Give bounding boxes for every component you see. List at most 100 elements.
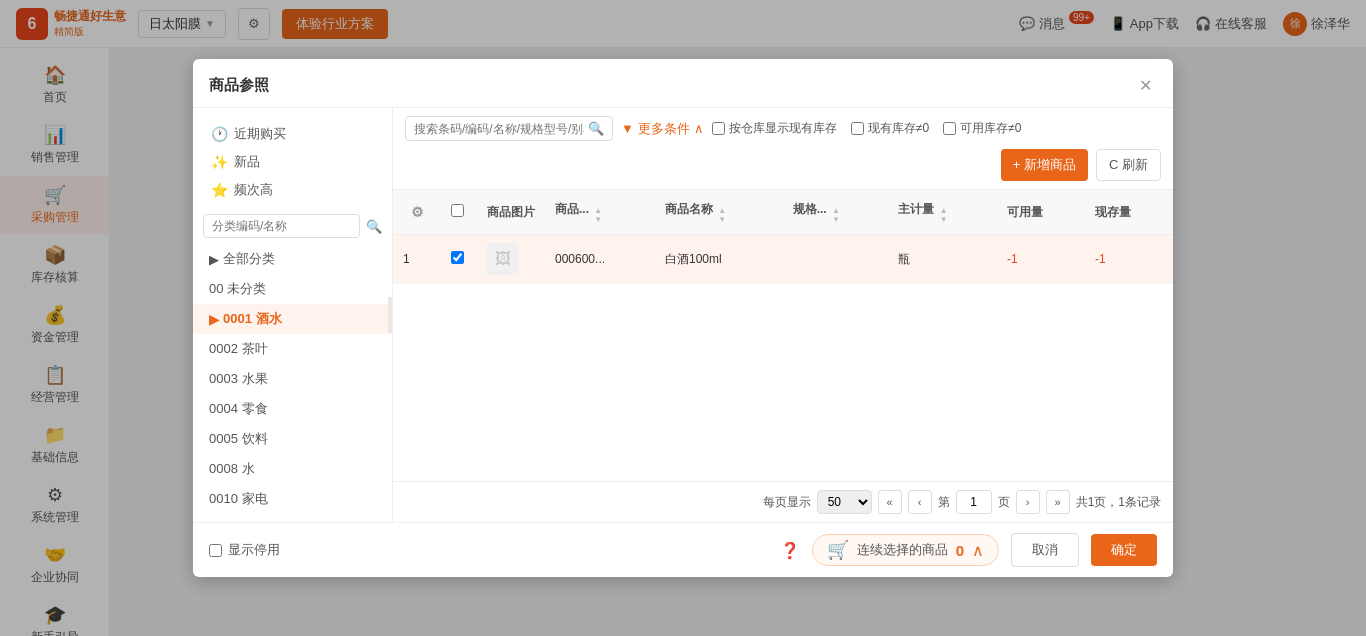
show-disabled-input[interactable] (209, 544, 222, 557)
collapse-panel-btn[interactable]: ‹‹ (388, 297, 393, 333)
table-settings-btn[interactable]: ⚙ (403, 198, 431, 226)
row-available-cell: -1 (997, 235, 1085, 284)
row-checkbox-cell (441, 235, 477, 284)
more-filter-button[interactable]: ▼ 更多条件 ∧ (621, 120, 704, 138)
product-search-box: 🔍 (405, 116, 613, 141)
quick-section: 🕐 近期购买 ✨ 新品 ⭐ 频次高 (193, 116, 392, 208)
clock-icon: 🕐 (211, 126, 228, 142)
first-page-button[interactable]: « (878, 490, 902, 514)
next-page-button[interactable]: › (1016, 490, 1040, 514)
cat-item-0001[interactable]: ▶ 0001 酒水 (193, 304, 392, 334)
modal-header: 商品参照 ✕ (193, 59, 1173, 108)
sort-name-icon: ▲▼ (718, 206, 726, 224)
product-toolbar: 🔍 ▼ 更多条件 ∧ 按仓库显示现有库存 现 (393, 108, 1173, 190)
select-all-checkbox[interactable] (451, 204, 464, 217)
row-unit-cell: 瓶 (888, 235, 997, 284)
product-panel: 🔍 ▼ 更多条件 ∧ 按仓库显示现有库存 现 (393, 108, 1173, 522)
cart-count: 0 (956, 542, 964, 559)
available-stock-input[interactable] (851, 122, 864, 135)
page-label-2: 页 (998, 494, 1010, 511)
current-page-input[interactable] (956, 490, 992, 514)
product-search-input[interactable] (414, 122, 584, 136)
category-list: ▶ 全部分类 00 未分类 ▶ 0001 酒水 0002 茶叶 0003 水果 (193, 244, 392, 514)
col-header-available[interactable]: 可用量 (997, 190, 1085, 235)
modal-body: 🕐 近期购买 ✨ 新品 ⭐ 频次高 ‹‹ (193, 108, 1173, 522)
cat-item-0005[interactable]: 0005 饮料 (193, 424, 392, 454)
cat-item-all[interactable]: ▶ 全部分类 (193, 244, 392, 274)
pagination: 每页显示 50 20 100 « ‹ 第 页 › » 共1页，1条记录 (393, 481, 1173, 522)
cat-arrow-all: ▶ (209, 252, 219, 267)
confirm-button[interactable]: 确定 (1091, 534, 1157, 566)
page-label: 第 (938, 494, 950, 511)
cat-arrow-0001: ▶ (209, 312, 219, 327)
refresh-button[interactable]: C 刷新 (1096, 149, 1161, 181)
quick-item-new[interactable]: ✨ 新品 (203, 148, 382, 176)
new-icon: ✨ (211, 154, 228, 170)
row-code-cell: 000600... (545, 235, 655, 284)
col-header-image: 商品图片 (477, 190, 545, 235)
page-size-select[interactable]: 50 20 100 (817, 490, 872, 514)
total-info: 共1页，1条记录 (1076, 494, 1161, 511)
checkbox-available-stock[interactable]: 现有库存≠0 (851, 120, 929, 137)
col-header-code[interactable]: 商品... ▲▼ (545, 190, 655, 235)
col-header-stock[interactable]: 现存量 (1085, 190, 1173, 235)
toolbar-right: + 新增商品 C 刷新 (1001, 149, 1161, 181)
modal-title: 商品参照 (209, 76, 269, 95)
checkbox-usable-stock[interactable]: 可用库存≠0 (943, 120, 1021, 137)
table-header-row: ⚙ 商品图片 商品... ▲▼ (393, 190, 1173, 235)
modal-overlay[interactable]: 商品参照 ✕ 🕐 近期购买 ✨ 新品 ⭐ (0, 0, 1366, 636)
col-header-unit[interactable]: 主计量 ▲▼ (888, 190, 997, 235)
last-page-button[interactable]: » (1046, 490, 1070, 514)
show-disabled-checkbox-label[interactable]: 显示停用 (209, 541, 280, 559)
usable-stock-input[interactable] (943, 122, 956, 135)
col-header-spec[interactable]: 规格... ▲▼ (783, 190, 889, 235)
category-search-input[interactable] (203, 214, 360, 238)
row-index: 1 (393, 235, 441, 284)
product-reference-modal: 商品参照 ✕ 🕐 近期购买 ✨ 新品 ⭐ (193, 59, 1173, 577)
cart-label: 连续选择的商品 (857, 541, 948, 559)
filter-icon: ▼ (621, 121, 634, 136)
cat-item-0002[interactable]: 0002 茶叶 (193, 334, 392, 364)
prev-page-button[interactable]: ‹ (908, 490, 932, 514)
sort-code-icon: ▲▼ (594, 206, 602, 224)
cat-item-0003[interactable]: 0003 水果 (193, 364, 392, 394)
cart-area[interactable]: 🛒 连续选择的商品 0 ∧ (812, 534, 999, 566)
add-product-button[interactable]: + 新增商品 (1001, 149, 1088, 181)
cat-item-0010[interactable]: 0010 家电 (193, 484, 392, 514)
checkbox-stock-by-warehouse[interactable]: 按仓库显示现有库存 (712, 120, 837, 137)
filter-arrow-icon: ∧ (694, 121, 704, 136)
filter-checkboxes: 按仓库显示现有库存 现有库存≠0 可用库存≠0 (712, 120, 1022, 137)
row-image-cell: 🖼 (477, 235, 545, 284)
category-panel: 🕐 近期购买 ✨ 新品 ⭐ 频次高 ‹‹ (193, 108, 393, 522)
sort-spec-icon: ▲▼ (832, 206, 840, 224)
cat-item-0004[interactable]: 0004 零食 (193, 394, 392, 424)
search-icon[interactable]: 🔍 (588, 121, 604, 136)
cat-item-00[interactable]: 00 未分类 (193, 274, 392, 304)
cancel-button[interactable]: 取消 (1011, 533, 1079, 567)
image-icon: 🖼 (495, 250, 511, 268)
category-search: 🔍 (193, 208, 392, 244)
help-icon[interactable]: ❓ (780, 541, 800, 560)
row-checkbox[interactable] (451, 251, 464, 264)
collapse-cart-icon[interactable]: ∧ (972, 541, 984, 560)
row-spec-cell (783, 235, 889, 284)
quick-item-frequent[interactable]: ⭐ 频次高 (203, 176, 382, 204)
product-image: 🖼 (487, 243, 519, 275)
modal-footer: 显示停用 ❓ 🛒 连续选择的商品 0 ∧ 取消 确定 (193, 522, 1173, 577)
modal-close-button[interactable]: ✕ (1133, 73, 1157, 97)
row-name-cell: 白酒100ml (655, 235, 783, 284)
row-stock-cell: -1 (1085, 235, 1173, 284)
col-header-name[interactable]: 商品名称 ▲▼ (655, 190, 783, 235)
stock-by-warehouse-input[interactable] (712, 122, 725, 135)
star-icon: ⭐ (211, 182, 228, 198)
page-size-label: 每页显示 (763, 494, 811, 511)
table-row[interactable]: 1 🖼 000600... (393, 235, 1173, 284)
sort-unit-icon: ▲▼ (940, 206, 948, 224)
product-table: ⚙ 商品图片 商品... ▲▼ (393, 190, 1173, 284)
category-search-icon[interactable]: 🔍 (366, 219, 382, 234)
footer-right: ❓ 🛒 连续选择的商品 0 ∧ 取消 确定 (780, 533, 1157, 567)
cart-icon: 🛒 (827, 539, 849, 561)
product-table-wrap: ⚙ 商品图片 商品... ▲▼ (393, 190, 1173, 481)
cat-item-0008[interactable]: 0008 水 (193, 454, 392, 484)
quick-item-recent[interactable]: 🕐 近期购买 (203, 120, 382, 148)
